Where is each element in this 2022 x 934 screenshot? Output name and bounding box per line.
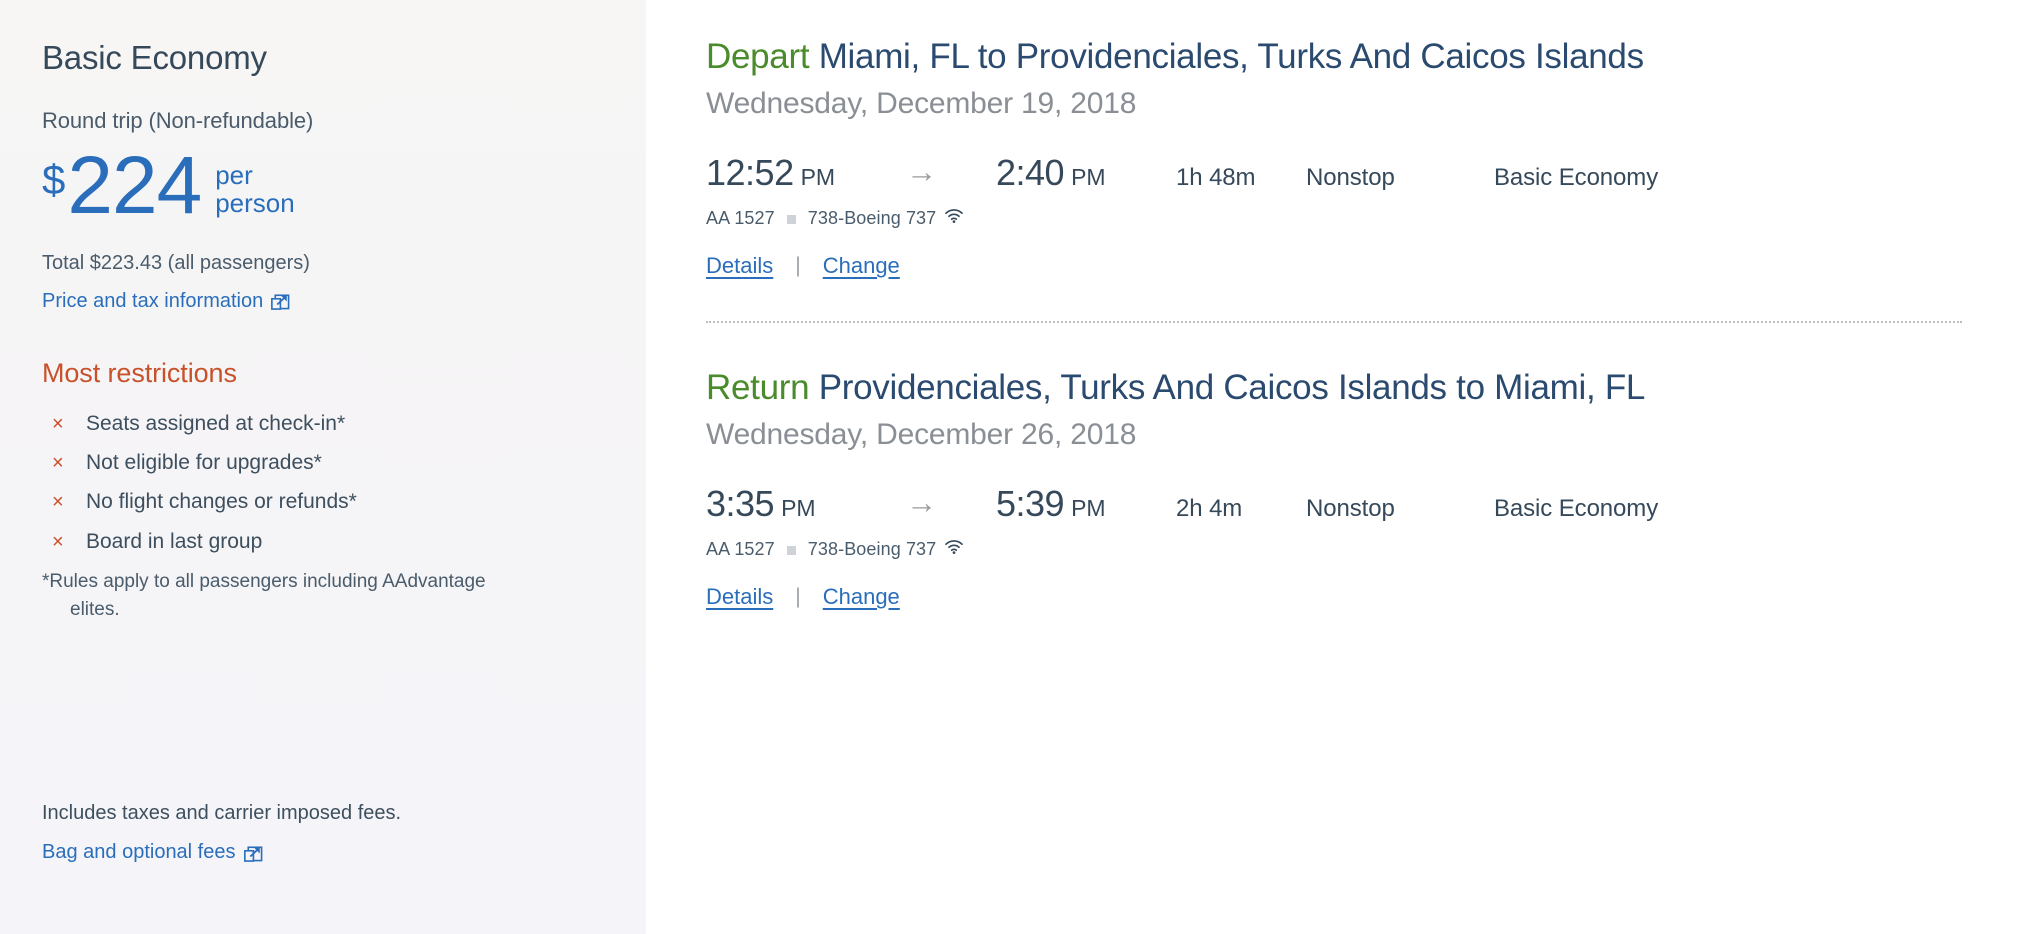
bag-and-optional-fees-link[interactable]: Bag and optional fees [42,840,263,864]
total-price-text: Total $223.43 (all passengers) [42,251,310,274]
arrival-time: 5:39 [996,483,1065,524]
restriction-label: Seats assigned at check-in* [86,411,346,435]
restrictions-footnote: *Rules apply to all passengers including… [42,568,516,625]
slice-direction-label: Return [706,368,810,407]
separator-dot-icon [786,215,796,224]
restrictions-list: × Seats assigned at check-in* × Not elig… [42,411,604,555]
flight-times-row: 12:52 PM → 2:40 PM 1h 48m Nonstop Basic Ec… [706,152,1962,194]
restriction-item: × Seats assigned at check-in* [42,411,604,437]
price-block: $ 224 per person [42,143,604,235]
restriction-item: × No flight changes or refunds* [42,489,604,515]
flight-aircraft-row: AA 1527 738-Boeing 737 [706,539,1962,560]
aircraft-type: 738-Boeing 737 [807,208,937,228]
restriction-label: No flight changes or refunds* [86,490,357,514]
arrow-right-icon: → [906,154,937,189]
action-separator: | [795,254,801,277]
change-link[interactable]: Change [823,584,900,610]
slice-direction-label: Depart [706,37,810,76]
arrival-time-cell: 2:40 PM [996,152,1176,194]
arrival-meridiem: PM [1071,164,1106,190]
flight-stops: Nonstop [1306,164,1395,191]
flight-times-row: 3:35 PM → 5:39 PM 2h 4m Nonstop Basic Econ… [706,483,1962,525]
separator-dot-icon [786,546,796,555]
restriction-label: Not eligible for upgrades* [86,451,322,475]
restrictions-footnote-line1: *Rules apply to all passengers including… [42,570,486,592]
external-link-icon [271,291,290,311]
slice-heading: Return Providenciales, Turks And Caicos … [706,367,1962,409]
flight-direction-arrow-cell: → [906,485,996,521]
fare-footer: Includes taxes and carrier imposed fees.… [42,800,582,864]
departure-time-cell: 12:52 PM [706,152,906,194]
currency-symbol: $ [42,155,66,203]
flight-slice-return: Return Providenciales, Turks And Caicos … [706,367,1962,610]
flight-number: AA 1527 [706,208,775,228]
flight-direction-arrow-cell: → [906,154,996,190]
flight-actions: Details | Change [706,584,1962,610]
departure-time-cell: 3:35 PM [706,483,906,525]
aircraft-type: 738-Boeing 737 [807,539,937,559]
flight-number: AA 1527 [706,539,775,559]
departure-meridiem: PM [800,164,836,190]
arrival-time: 2:40 [996,152,1065,193]
details-link[interactable]: Details [706,253,773,279]
flight-cabin: Basic Economy [1494,495,1659,522]
restriction-item: × Not eligible for upgrades* [42,450,604,476]
slice-date: Wednesday, December 26, 2018 [706,418,1137,451]
itinerary-panel: Depart Miami, FL to Providenciales, Turk… [646,0,2022,934]
booking-summary-page: Basic Economy Round trip (Non-refundable… [0,0,2022,934]
change-link[interactable]: Change [823,253,900,279]
flight-slice-depart: Depart Miami, FL to Providenciales, Turk… [706,36,1962,323]
price-unit-line2: person [215,187,295,218]
flight-aircraft-row: AA 1527 738-Boeing 737 [706,208,1962,229]
restriction-item: × Board in last group [42,529,604,555]
action-separator: | [795,585,801,608]
slice-heading: Depart Miami, FL to Providenciales, Turk… [706,36,1962,78]
flight-duration: 2h 4m [1176,495,1243,522]
details-link[interactable]: Details [706,584,773,610]
x-mark-icon: × [52,491,64,514]
restrictions-footnote-line2: elites. [70,599,120,621]
price-and-tax-information-label: Price and tax information [42,289,264,312]
arrival-meridiem: PM [1071,495,1106,521]
wifi-icon [944,208,964,224]
wifi-icon [944,539,964,555]
departure-meridiem: PM [781,495,816,521]
bag-and-optional-fees-label: Bag and optional fees [42,841,236,863]
x-mark-icon: × [52,412,64,435]
taxes-note: Includes taxes and carrier imposed fees. [42,802,402,824]
fare-title: Basic Economy [42,39,267,76]
slice-date: Wednesday, December 19, 2018 [706,87,1137,120]
flight-cabin: Basic Economy [1494,164,1659,191]
flight-stops: Nonstop [1306,495,1395,522]
price-unit: per person [215,161,295,217]
trip-type-label: Round trip (Non-refundable) [42,108,314,134]
external-link-icon [243,843,263,862]
departure-time: 3:35 [706,483,775,524]
flight-duration: 1h 48m [1176,164,1256,191]
arrival-time-cell: 5:39 PM [996,483,1176,525]
departure-time: 12:52 [706,152,794,193]
price-and-tax-information-link[interactable]: Price and tax information [42,289,290,313]
x-mark-icon: × [52,530,64,553]
slice-divider [706,321,1962,323]
flight-actions: Details | Change [706,253,1962,279]
price-unit-line1: per [215,159,253,190]
arrow-right-icon: → [906,485,937,520]
slice-route-label: Providenciales, Turks And Caicos Islands… [818,368,1646,407]
price-amount: 224 [67,139,202,231]
slice-route-label: Miami, FL to Providenciales, Turks And C… [818,37,1644,76]
restrictions-heading: Most restrictions [42,357,237,388]
restriction-label: Board in last group [86,529,263,553]
x-mark-icon: × [52,452,64,475]
fare-summary-panel: Basic Economy Round trip (Non-refundable… [0,0,646,934]
